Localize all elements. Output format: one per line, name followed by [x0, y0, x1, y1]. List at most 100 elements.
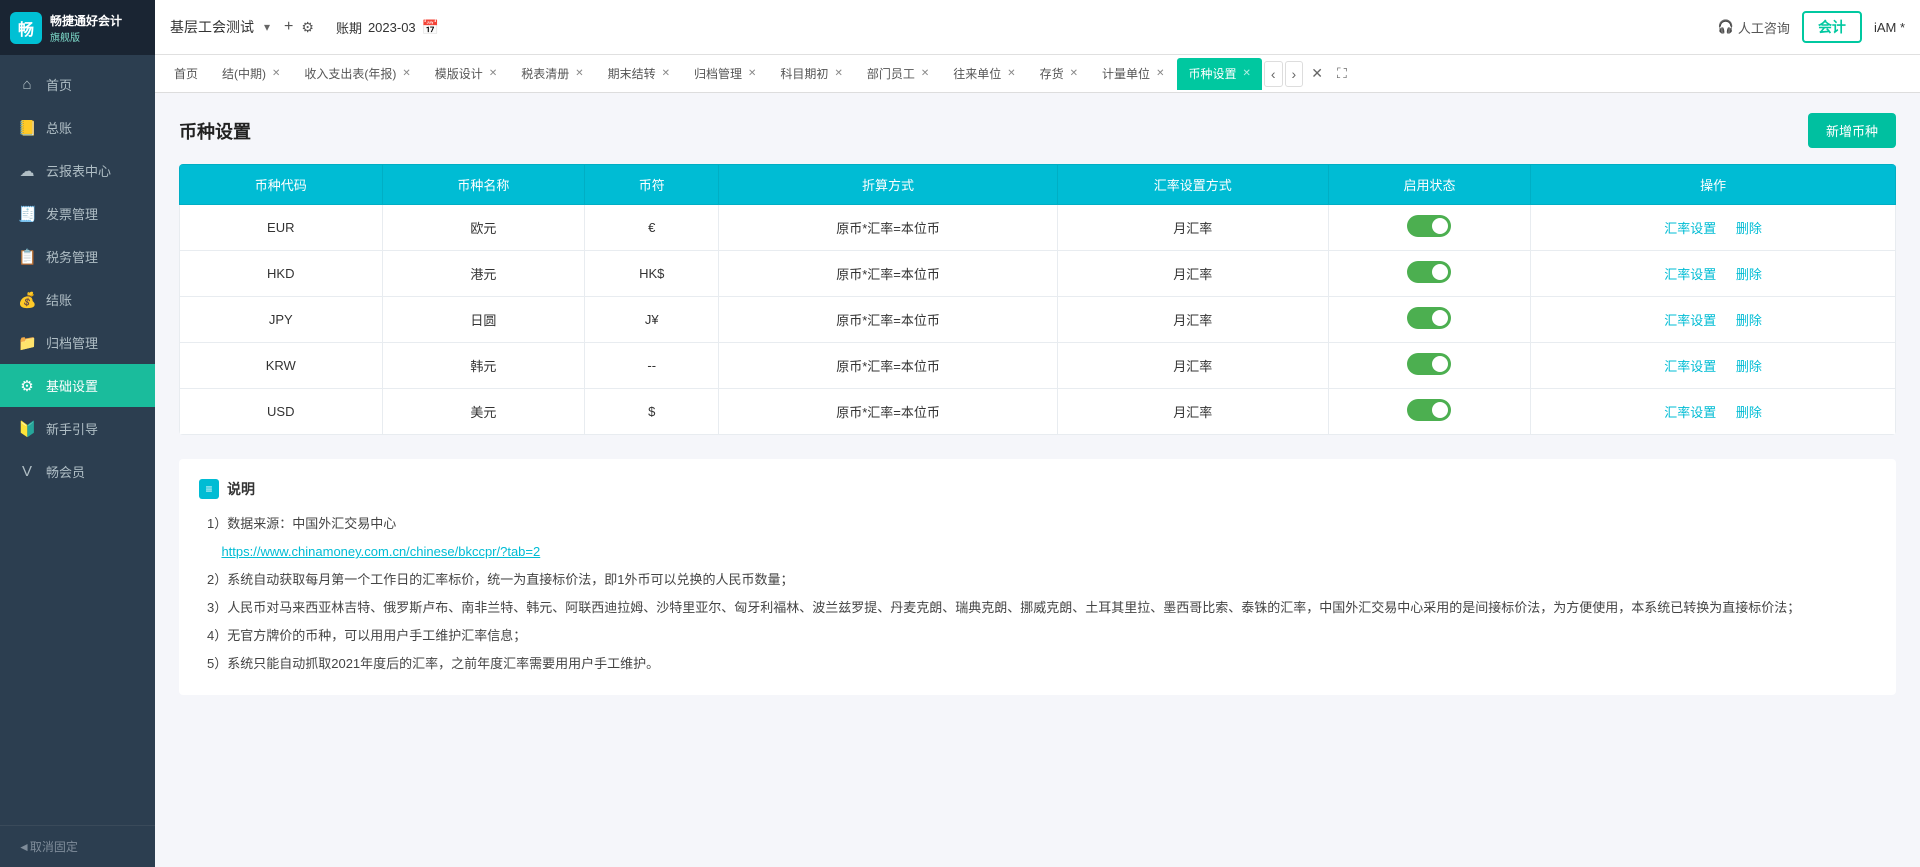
- tab-close-period[interactable]: ✕: [272, 68, 280, 79]
- cell-code: USD: [180, 389, 383, 435]
- col-折算方式: 折算方式: [719, 165, 1057, 205]
- period-selector: 账期 2023-03 📅: [336, 18, 439, 37]
- rate-setting-link[interactable]: 汇率设置: [1664, 221, 1716, 236]
- company-dropdown-icon[interactable]: ▾: [264, 20, 270, 34]
- sidebar-item-tax[interactable]: 📋税务管理: [0, 235, 155, 278]
- toggle-enabled[interactable]: [1407, 261, 1451, 283]
- tab-close-taxbook[interactable]: ✕: [575, 68, 583, 79]
- tab-taxbook[interactable]: 税表清册 ✕: [510, 58, 594, 90]
- delete-link[interactable]: 删除: [1736, 405, 1762, 420]
- cell-symbol: --: [585, 343, 719, 389]
- sidebar-nav: ⌂首页📒总账☁云报表中心🧾发票管理📋税务管理💰结账📁归档管理⚙基础设置🔰新手引导…: [0, 55, 155, 825]
- cell-name: 韩元: [382, 343, 585, 389]
- notes-link[interactable]: https://www.chinamoney.com.cn/chinese/bk…: [221, 544, 540, 559]
- settings-icon[interactable]: ⚙: [301, 19, 314, 36]
- cell-enabled: [1328, 389, 1531, 435]
- tab-close-all-button[interactable]: ✕: [1305, 63, 1329, 84]
- cell-actions: 汇率设置 删除: [1531, 343, 1896, 389]
- tab-close-currency[interactable]: ✕: [1242, 68, 1250, 79]
- cell-rate-type: 月汇率: [1057, 343, 1328, 389]
- tab-home[interactable]: 首页: [163, 58, 209, 90]
- toggle-enabled[interactable]: [1407, 353, 1451, 375]
- delete-link[interactable]: 删除: [1736, 221, 1762, 236]
- tab-close-income[interactable]: ✕: [402, 68, 410, 79]
- sidebar-item-reports[interactable]: ☁云报表中心: [0, 149, 155, 192]
- delete-link[interactable]: 删除: [1736, 267, 1762, 282]
- tab-arch_mgmt[interactable]: 归档管理 ✕: [683, 58, 767, 90]
- period-value: 2023-03: [368, 20, 416, 35]
- account-button[interactable]: 会计: [1802, 11, 1862, 43]
- tab-period[interactable]: 结(中期) ✕: [211, 58, 291, 90]
- sidebar-item-checkout[interactable]: 💰结账: [0, 278, 155, 321]
- tab-close-subjects[interactable]: ✕: [834, 68, 842, 79]
- sidebar-item-guide[interactable]: 🔰新手引导: [0, 407, 155, 450]
- table-row: JPY 日圆 J¥ 原币*汇率=本位币 月汇率 汇率设置 删除: [180, 297, 1896, 343]
- rate-setting-link[interactable]: 汇率设置: [1664, 267, 1716, 282]
- reports-icon: ☁: [18, 162, 36, 180]
- calendar-icon[interactable]: 📅: [422, 19, 439, 36]
- page-title-bar: 币种设置 新增币种: [179, 113, 1896, 148]
- toggle-enabled[interactable]: [1407, 215, 1451, 237]
- topbar-actions: + ⚙: [284, 18, 314, 36]
- new-currency-button[interactable]: 新增币种: [1808, 113, 1896, 148]
- tab-close-inventory[interactable]: ✕: [1070, 68, 1078, 79]
- sidebar-item-vip[interactable]: V畅会员: [0, 450, 155, 493]
- tab-close-period_end[interactable]: ✕: [662, 68, 670, 79]
- cell-rate-type: 月汇率: [1057, 251, 1328, 297]
- delete-link[interactable]: 删除: [1736, 313, 1762, 328]
- rate-setting-link[interactable]: 汇率设置: [1664, 313, 1716, 328]
- tab-clients[interactable]: 往来单位 ✕: [942, 58, 1026, 90]
- logo-text: 畅捷通好会计 旗舰版: [50, 12, 122, 44]
- tab-close-template[interactable]: ✕: [489, 68, 497, 79]
- delete-link[interactable]: 删除: [1736, 359, 1762, 374]
- tab-unit[interactable]: 计量单位 ✕: [1091, 58, 1175, 90]
- sidebar: 畅 畅捷通好会计 旗舰版 ⌂首页📒总账☁云报表中心🧾发票管理📋税务管理💰结账📁归…: [0, 0, 155, 867]
- sidebar-item-archive[interactable]: 📁归档管理: [0, 321, 155, 364]
- company-name: 基层工会测试: [170, 17, 254, 37]
- cell-symbol: J¥: [585, 297, 719, 343]
- sidebar-item-settings[interactable]: ⚙基础设置: [0, 364, 155, 407]
- tab-close-employees[interactable]: ✕: [921, 68, 929, 79]
- add-icon[interactable]: +: [284, 18, 293, 36]
- rate-setting-link[interactable]: 汇率设置: [1664, 405, 1716, 420]
- tab-period_end[interactable]: 期末结转 ✕: [597, 58, 681, 90]
- cell-code: HKD: [180, 251, 383, 297]
- col-汇率设置方式: 汇率设置方式: [1057, 165, 1328, 205]
- toggle-enabled[interactable]: [1407, 399, 1451, 421]
- cell-actions: 汇率设置 删除: [1531, 205, 1896, 251]
- cell-actions: 汇率设置 删除: [1531, 251, 1896, 297]
- toggle-enabled[interactable]: [1407, 307, 1451, 329]
- consult-button[interactable]: 🎧 人工咨询: [1718, 18, 1790, 37]
- cell-calc: 原币*汇率=本位币: [719, 251, 1057, 297]
- tab-income[interactable]: 收入支出表(年报) ✕: [293, 58, 421, 90]
- archive-icon: 📁: [18, 334, 36, 352]
- tab-close-arch_mgmt[interactable]: ✕: [748, 68, 756, 79]
- sidebar-item-home[interactable]: ⌂首页: [0, 63, 155, 106]
- tab-employees[interactable]: 部门员工 ✕: [856, 58, 940, 90]
- col-启用状态: 启用状态: [1328, 165, 1531, 205]
- cell-rate-type: 月汇率: [1057, 389, 1328, 435]
- rate-setting-link[interactable]: 汇率设置: [1664, 359, 1716, 374]
- sidebar-footer[interactable]: ◄取消固定: [0, 825, 155, 867]
- cell-calc: 原币*汇率=本位币: [719, 297, 1057, 343]
- tab-inventory[interactable]: 存货 ✕: [1029, 58, 1089, 90]
- tab-template[interactable]: 模版设计 ✕: [424, 58, 508, 90]
- tab-currency[interactable]: 币种设置 ✕: [1177, 58, 1261, 90]
- topbar-right: 🎧 人工咨询 会计 iAM *: [1718, 11, 1905, 43]
- table-row: USD 美元 $ 原币*汇率=本位币 月汇率 汇率设置 删除: [180, 389, 1896, 435]
- tab-next-button[interactable]: ›: [1285, 61, 1304, 87]
- sidebar-item-invoice[interactable]: 🧾发票管理: [0, 192, 155, 235]
- notes-list: 1）数据来源：中国外汇交易中心 https://www.chinamoney.c…: [199, 511, 1876, 677]
- tab-expand-button[interactable]: ⛶: [1331, 63, 1353, 84]
- tab-close-clients[interactable]: ✕: [1007, 68, 1015, 79]
- tab-close-unit[interactable]: ✕: [1156, 68, 1164, 79]
- cell-actions: 汇率设置 删除: [1531, 389, 1896, 435]
- tab-subjects[interactable]: 科目期初 ✕: [769, 58, 853, 90]
- vip-icon: V: [18, 463, 36, 480]
- sidebar-item-ledger[interactable]: 📒总账: [0, 106, 155, 149]
- tab-prev-button[interactable]: ‹: [1264, 61, 1283, 87]
- cell-enabled: [1328, 297, 1531, 343]
- cell-enabled: [1328, 251, 1531, 297]
- headset-icon: 🎧: [1718, 19, 1734, 35]
- col-操作: 操作: [1531, 165, 1896, 205]
